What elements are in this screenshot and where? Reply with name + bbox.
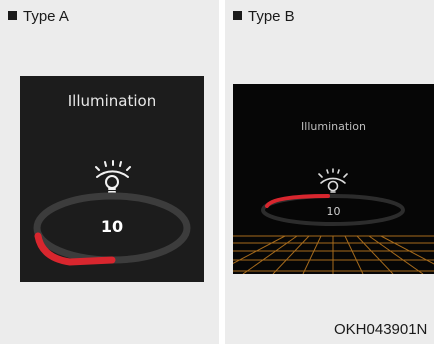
type-a-cluster-screen: Illumination 10 [20,76,204,282]
type-b-graphics [233,168,434,274]
type-b-label: Type B [248,8,295,25]
illumination-title: Illumination [301,120,366,133]
instrument-illumination-icon [95,160,131,196]
square-bullet-icon [233,11,242,20]
illumination-title: Illumination [67,92,157,110]
square-bullet-icon [8,11,17,20]
type-b-cluster-screen: Illumination 10 [233,84,434,274]
illumination-level: 10 [326,205,341,218]
type-a-label: Type A [23,8,69,25]
type-b-caption: Type B [233,8,295,25]
illumination-level: 10 [100,217,124,236]
type-b-panel: Type B Illumination 10 [225,0,434,344]
type-a-panel: Type A Illumination 10 [0,0,219,344]
figure-code: OKH043901N [334,321,428,338]
perspective-grid [233,235,434,274]
instrument-illumination-icon [318,168,348,196]
type-a-caption: Type A [8,8,69,25]
